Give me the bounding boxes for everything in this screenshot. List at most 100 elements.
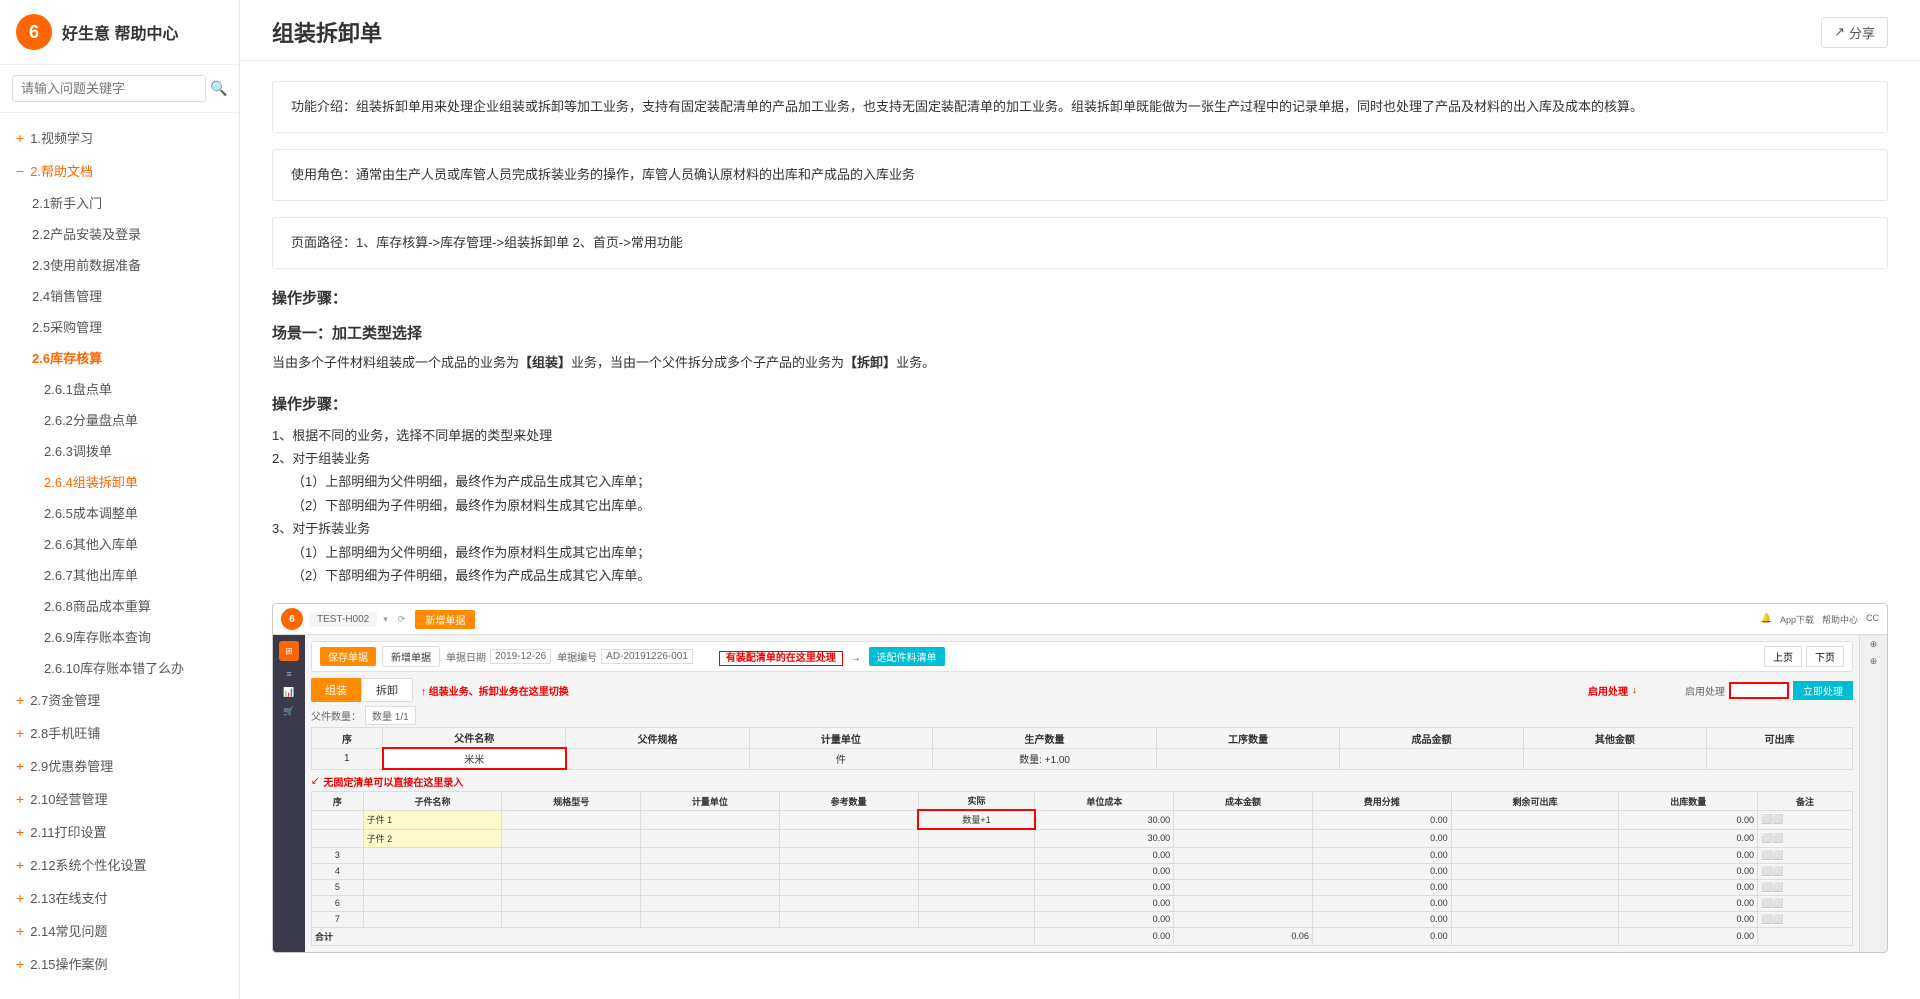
btd-seq-5: 5 bbox=[312, 879, 364, 895]
sidebar-item-custom[interactable]: + 2.12系统个性化设置 bbox=[0, 848, 239, 881]
inner-bom-btn[interactable]: 选配件料清单 bbox=[869, 647, 945, 666]
inner-prev-btn[interactable]: 上页 bbox=[1764, 646, 1802, 667]
sidebar-item-inventory[interactable]: 2.6库存核算 bbox=[0, 342, 239, 373]
scenario1-desc: 当由多个子件材料组装成一个成品的业务为【组装】业务，当由一个父件拆分成多个子产品… bbox=[272, 351, 1888, 374]
annotation3-text: ↑ 组装业务、拆卸业务在这里切换 bbox=[421, 683, 569, 698]
btd-out-qty-4: 0.00 bbox=[1619, 863, 1758, 879]
sidebar-item-assembly[interactable]: 2.6.4组装拆卸单 bbox=[0, 466, 239, 497]
sidebar-item-ops-label: 2.10经营管理 bbox=[30, 789, 107, 808]
share-button[interactable]: ↗ 分享 bbox=[1821, 17, 1888, 48]
btd-ref-qty-2 bbox=[779, 829, 918, 847]
sidebar-item-install[interactable]: 2.2产品安装及登录 bbox=[0, 218, 239, 249]
td-prod-qty-1: 数量: +1.00 bbox=[933, 748, 1157, 769]
step-2: 2、对于组装业务 bbox=[272, 447, 1888, 470]
sidebar-item-stocktake[interactable]: 2.6.1盘点单 bbox=[0, 373, 239, 404]
th-unit: 计量单位 bbox=[749, 728, 932, 749]
sidebar-item-other-out[interactable]: 2.6.7其他出库单 bbox=[0, 559, 239, 590]
btd-unit-3 bbox=[641, 847, 780, 863]
inner-new-doc-btn[interactable]: 新增单据 bbox=[382, 646, 440, 667]
annotation4-area: 启用处理 ↓ bbox=[1588, 683, 1637, 698]
bottom-table-head: 序 子件名称 规格型号 计量单位 参考数量 实际 单位成本 成本金额 费用分摊 bbox=[312, 792, 1853, 811]
btd-unit-6 bbox=[641, 895, 780, 911]
btd-unit-cost-2: 30.00 bbox=[1035, 829, 1174, 847]
btd-seq-1 bbox=[312, 810, 364, 829]
sidebar-item-inventory-label: 2.6库存核算 bbox=[32, 351, 102, 366]
btd-cost-amt-2 bbox=[1174, 829, 1313, 847]
top-table-label-text: 父件数量： bbox=[311, 708, 361, 723]
sidebar-item-cost[interactable]: 2.6.5成本调整单 bbox=[0, 497, 239, 528]
btd-cost-amt-3 bbox=[1174, 847, 1313, 863]
inner-right-icon-1: ⊕ bbox=[1870, 639, 1878, 650]
startup-input[interactable] bbox=[1729, 682, 1789, 699]
btd-out-qty-3: 0.00 bbox=[1619, 847, 1758, 863]
process-type-row: 组装 拆卸 ↑ 组装业务、拆卸业务在这里切换 启用处理 ↓ bbox=[311, 678, 1853, 702]
annotation5-area: ↙ 无固定清单可以直接在这里录入 bbox=[311, 774, 1853, 789]
inner-new-btn[interactable]: 新增单据 bbox=[415, 610, 475, 629]
btd-spec-7 bbox=[502, 911, 641, 927]
btd-cost-amt-5 bbox=[1174, 879, 1313, 895]
sidebar-item-stock-check[interactable]: 2.6.9库存账本查询 bbox=[0, 621, 239, 652]
startup-confirm-btn[interactable]: 立即处理 bbox=[1793, 681, 1853, 700]
sidebar-item-docs[interactable]: − 2.帮助文档 bbox=[0, 154, 239, 187]
btd-ref-qty-3 bbox=[779, 847, 918, 863]
bth-alloc: 费用分摊 bbox=[1312, 792, 1451, 811]
inner-sidebar-icon-3: 📊 bbox=[283, 687, 294, 698]
inner-app-logo: 6 bbox=[281, 608, 303, 630]
bottom-table: 序 子件名称 规格型号 计量单位 参考数量 实际 单位成本 成本金额 费用分摊 bbox=[311, 791, 1853, 946]
sidebar-item-mobile[interactable]: + 2.8手机旺铺 bbox=[0, 716, 239, 749]
inner-main-area: 保存单据 新增单据 单据日期 2019-12-26 单据编号 AD-201912… bbox=[305, 635, 1859, 952]
sidebar-item-adjust[interactable]: 2.6.3调拨单 bbox=[0, 435, 239, 466]
role-intro-text: 使用角色：通常由生产人员或库管人员完成拆装业务的操作，库管人员确认原材料的出库和… bbox=[291, 167, 915, 182]
sidebar-item-partition[interactable]: 2.6.2分量盘点单 bbox=[0, 404, 239, 435]
btd-alloc-2: 0.00 bbox=[1312, 829, 1451, 847]
search-button[interactable]: 🔍 bbox=[210, 80, 227, 97]
btd-ref-qty-1 bbox=[779, 810, 918, 829]
sidebar-item-new[interactable]: 2.1新手入门 bbox=[0, 187, 239, 218]
table-row: 5 0.00 0.00 0 bbox=[312, 879, 1853, 895]
sidebar-item-cases[interactable]: + 2.15操作案例 bbox=[0, 947, 239, 980]
search-input[interactable] bbox=[12, 75, 206, 102]
btd-child-name-3 bbox=[363, 847, 502, 863]
process-type-disassemble[interactable]: 拆卸 bbox=[361, 678, 413, 702]
footer-amount2: 0.06 bbox=[1174, 927, 1313, 945]
sidebar-item-online-pay-label: 2.13在线支付 bbox=[30, 888, 107, 907]
inner-next-btn[interactable]: 下页 bbox=[1806, 646, 1844, 667]
btd-out-qty-6: 0.00 bbox=[1619, 895, 1758, 911]
sidebar-item-cost-calc[interactable]: 2.6.8商品成本重算 bbox=[0, 590, 239, 621]
annotation1-text: 有装配清单的在这里处理 bbox=[719, 651, 843, 666]
btd-remark-2: ⬜⬜ bbox=[1758, 829, 1853, 847]
btd-unit-cost-6: 0.00 bbox=[1035, 895, 1174, 911]
sidebar-item-finance[interactable]: + 2.7资金管理 bbox=[0, 683, 239, 716]
inner-sidebar-icon-2: ≡ bbox=[286, 669, 291, 679]
btd-actual-3 bbox=[918, 847, 1035, 863]
btd-remain-2 bbox=[1451, 829, 1619, 847]
sidebar-item-purchase[interactable]: 2.5采购管理 bbox=[0, 311, 239, 342]
btd-unit-cost-5: 0.00 bbox=[1035, 879, 1174, 895]
sidebar-item-sales[interactable]: 2.4销售管理 bbox=[0, 280, 239, 311]
btd-remark-3: ⬜⬜ bbox=[1758, 847, 1853, 863]
step3-sub1: （1）上部明细为父件明细，最终作为原材料生成其它出库单； bbox=[292, 541, 1888, 564]
sidebar-item-video[interactable]: + 1.视频学习 bbox=[0, 121, 239, 154]
sidebar-item-ops[interactable]: + 2.10经营管理 bbox=[0, 782, 239, 815]
inner-test-label: TEST-H002 bbox=[309, 612, 377, 627]
sidebar-item-faq[interactable]: + 2.14常见问题 bbox=[0, 914, 239, 947]
th-other-amt: 其他金额 bbox=[1523, 728, 1706, 749]
bottom-table-body: 子件 1 数量+1 30.00 0.00 0.00 bbox=[312, 810, 1853, 927]
plus-icon: + bbox=[16, 130, 24, 146]
footer-amount1: 0.00 bbox=[1035, 927, 1174, 945]
sidebar-item-print[interactable]: + 2.11打印设置 bbox=[0, 815, 239, 848]
process-type-assembly[interactable]: 组装 bbox=[311, 678, 361, 702]
sidebar-item-error[interactable]: 2.6.10库存账本错了么办 bbox=[0, 652, 239, 683]
td-parent-spec-1 bbox=[566, 748, 749, 769]
inner-sidebar-icon-4: 🛒 bbox=[283, 706, 294, 717]
step2-sub1: （1）上部明细为父件明细，最终作为产成品生成其它入库单； bbox=[292, 470, 1888, 493]
sidebar-item-coupon-label: 2.9优惠券管理 bbox=[30, 756, 113, 775]
btd-spec-6 bbox=[502, 895, 641, 911]
plus-icon-3: + bbox=[16, 725, 24, 741]
sidebar-item-online-pay[interactable]: + 2.13在线支付 bbox=[0, 881, 239, 914]
sidebar-item-coupon[interactable]: + 2.9优惠券管理 bbox=[0, 749, 239, 782]
sidebar-item-data[interactable]: 2.3使用前数据准备 bbox=[0, 249, 239, 280]
inner-save-btn[interactable]: 保存单据 bbox=[320, 647, 376, 666]
process-type-selector: 组装 拆卸 bbox=[311, 678, 413, 702]
sidebar-item-other-in[interactable]: 2.6.6其他入库单 bbox=[0, 528, 239, 559]
